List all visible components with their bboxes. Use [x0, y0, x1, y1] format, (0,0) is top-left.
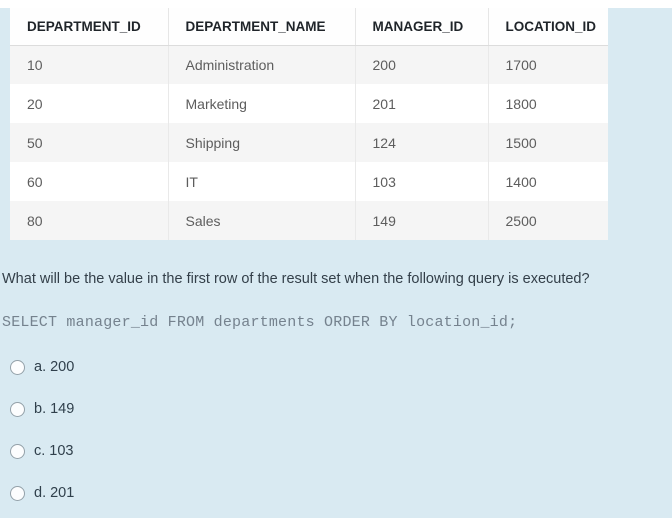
table-cell: Marketing	[167, 84, 355, 123]
table-cell: 103	[354, 162, 488, 201]
answer-option[interactable]: b. 149	[0, 388, 672, 430]
table-cell: 200	[354, 45, 488, 84]
column-header: DEPARTMENT_ID	[10, 8, 168, 46]
table-cell: 1700	[487, 45, 608, 84]
radio-button-icon[interactable]	[10, 443, 25, 459]
table-cell: Shipping	[167, 123, 355, 162]
radio-button-icon[interactable]	[10, 359, 25, 375]
table-row: 10 Administration 200 1700	[10, 45, 608, 84]
quiz-question-page: DEPARTMENT_ID DEPARTMENT_NAME MANAGER_ID LO…	[0, 8, 672, 518]
radio-button-icon[interactable]	[10, 401, 25, 417]
table-cell: 80	[27, 212, 43, 229]
option-label: d. 201	[34, 485, 75, 501]
departments-table-card: DEPARTMENT_ID DEPARTMENT_NAME MANAGER_ID LO…	[10, 8, 608, 240]
option-label: b. 149	[34, 401, 75, 417]
answer-option[interactable]: c. 103	[0, 430, 672, 472]
table-cell: 124	[354, 123, 488, 162]
table-cell: 1500	[487, 123, 608, 162]
radio-button-icon[interactable]	[10, 485, 25, 501]
question-text: What will be the value in the first row …	[2, 271, 590, 287]
table-cell: 2500	[487, 201, 608, 240]
table-cell: 201	[354, 84, 488, 123]
table-cell: 1800	[487, 84, 608, 123]
table-row: 80 Sales 149 2500	[10, 201, 608, 240]
table-cell: 20	[27, 95, 43, 112]
option-label: a. 200	[34, 359, 75, 375]
column-header: MANAGER_ID	[354, 8, 488, 46]
table-cell: Administration	[167, 45, 355, 84]
table-header-row: DEPARTMENT_ID DEPARTMENT_NAME MANAGER_ID LO…	[10, 8, 608, 46]
table-cell: 50	[27, 134, 43, 151]
column-header: DEPARTMENT_NAME	[167, 8, 355, 46]
column-header: LOCATION_ID	[487, 8, 608, 46]
table-cell: 149	[354, 201, 488, 240]
sql-query-text: SELECT manager_id FROM departments ORDER…	[2, 314, 518, 331]
table-row: 20 Marketing 201 1800	[10, 84, 608, 123]
answer-option[interactable]: a. 200	[0, 346, 672, 388]
table-cell: Sales	[167, 201, 355, 240]
departments-table: DEPARTMENT_ID DEPARTMENT_NAME MANAGER_ID LO…	[10, 8, 608, 240]
table-cell: 60	[27, 173, 43, 190]
table-row: 50 Shipping 124 1500	[10, 123, 608, 162]
answer-option[interactable]: d. 201	[0, 472, 672, 514]
table-cell: IT	[167, 162, 355, 201]
option-label: c. 103	[34, 443, 74, 459]
table-cell: 10	[27, 56, 43, 73]
table-cell: 1400	[487, 162, 608, 201]
table-row: 60 IT 103 1400	[10, 162, 608, 201]
answer-options: a. 200 b. 149 c. 103 d. 201	[0, 346, 672, 514]
